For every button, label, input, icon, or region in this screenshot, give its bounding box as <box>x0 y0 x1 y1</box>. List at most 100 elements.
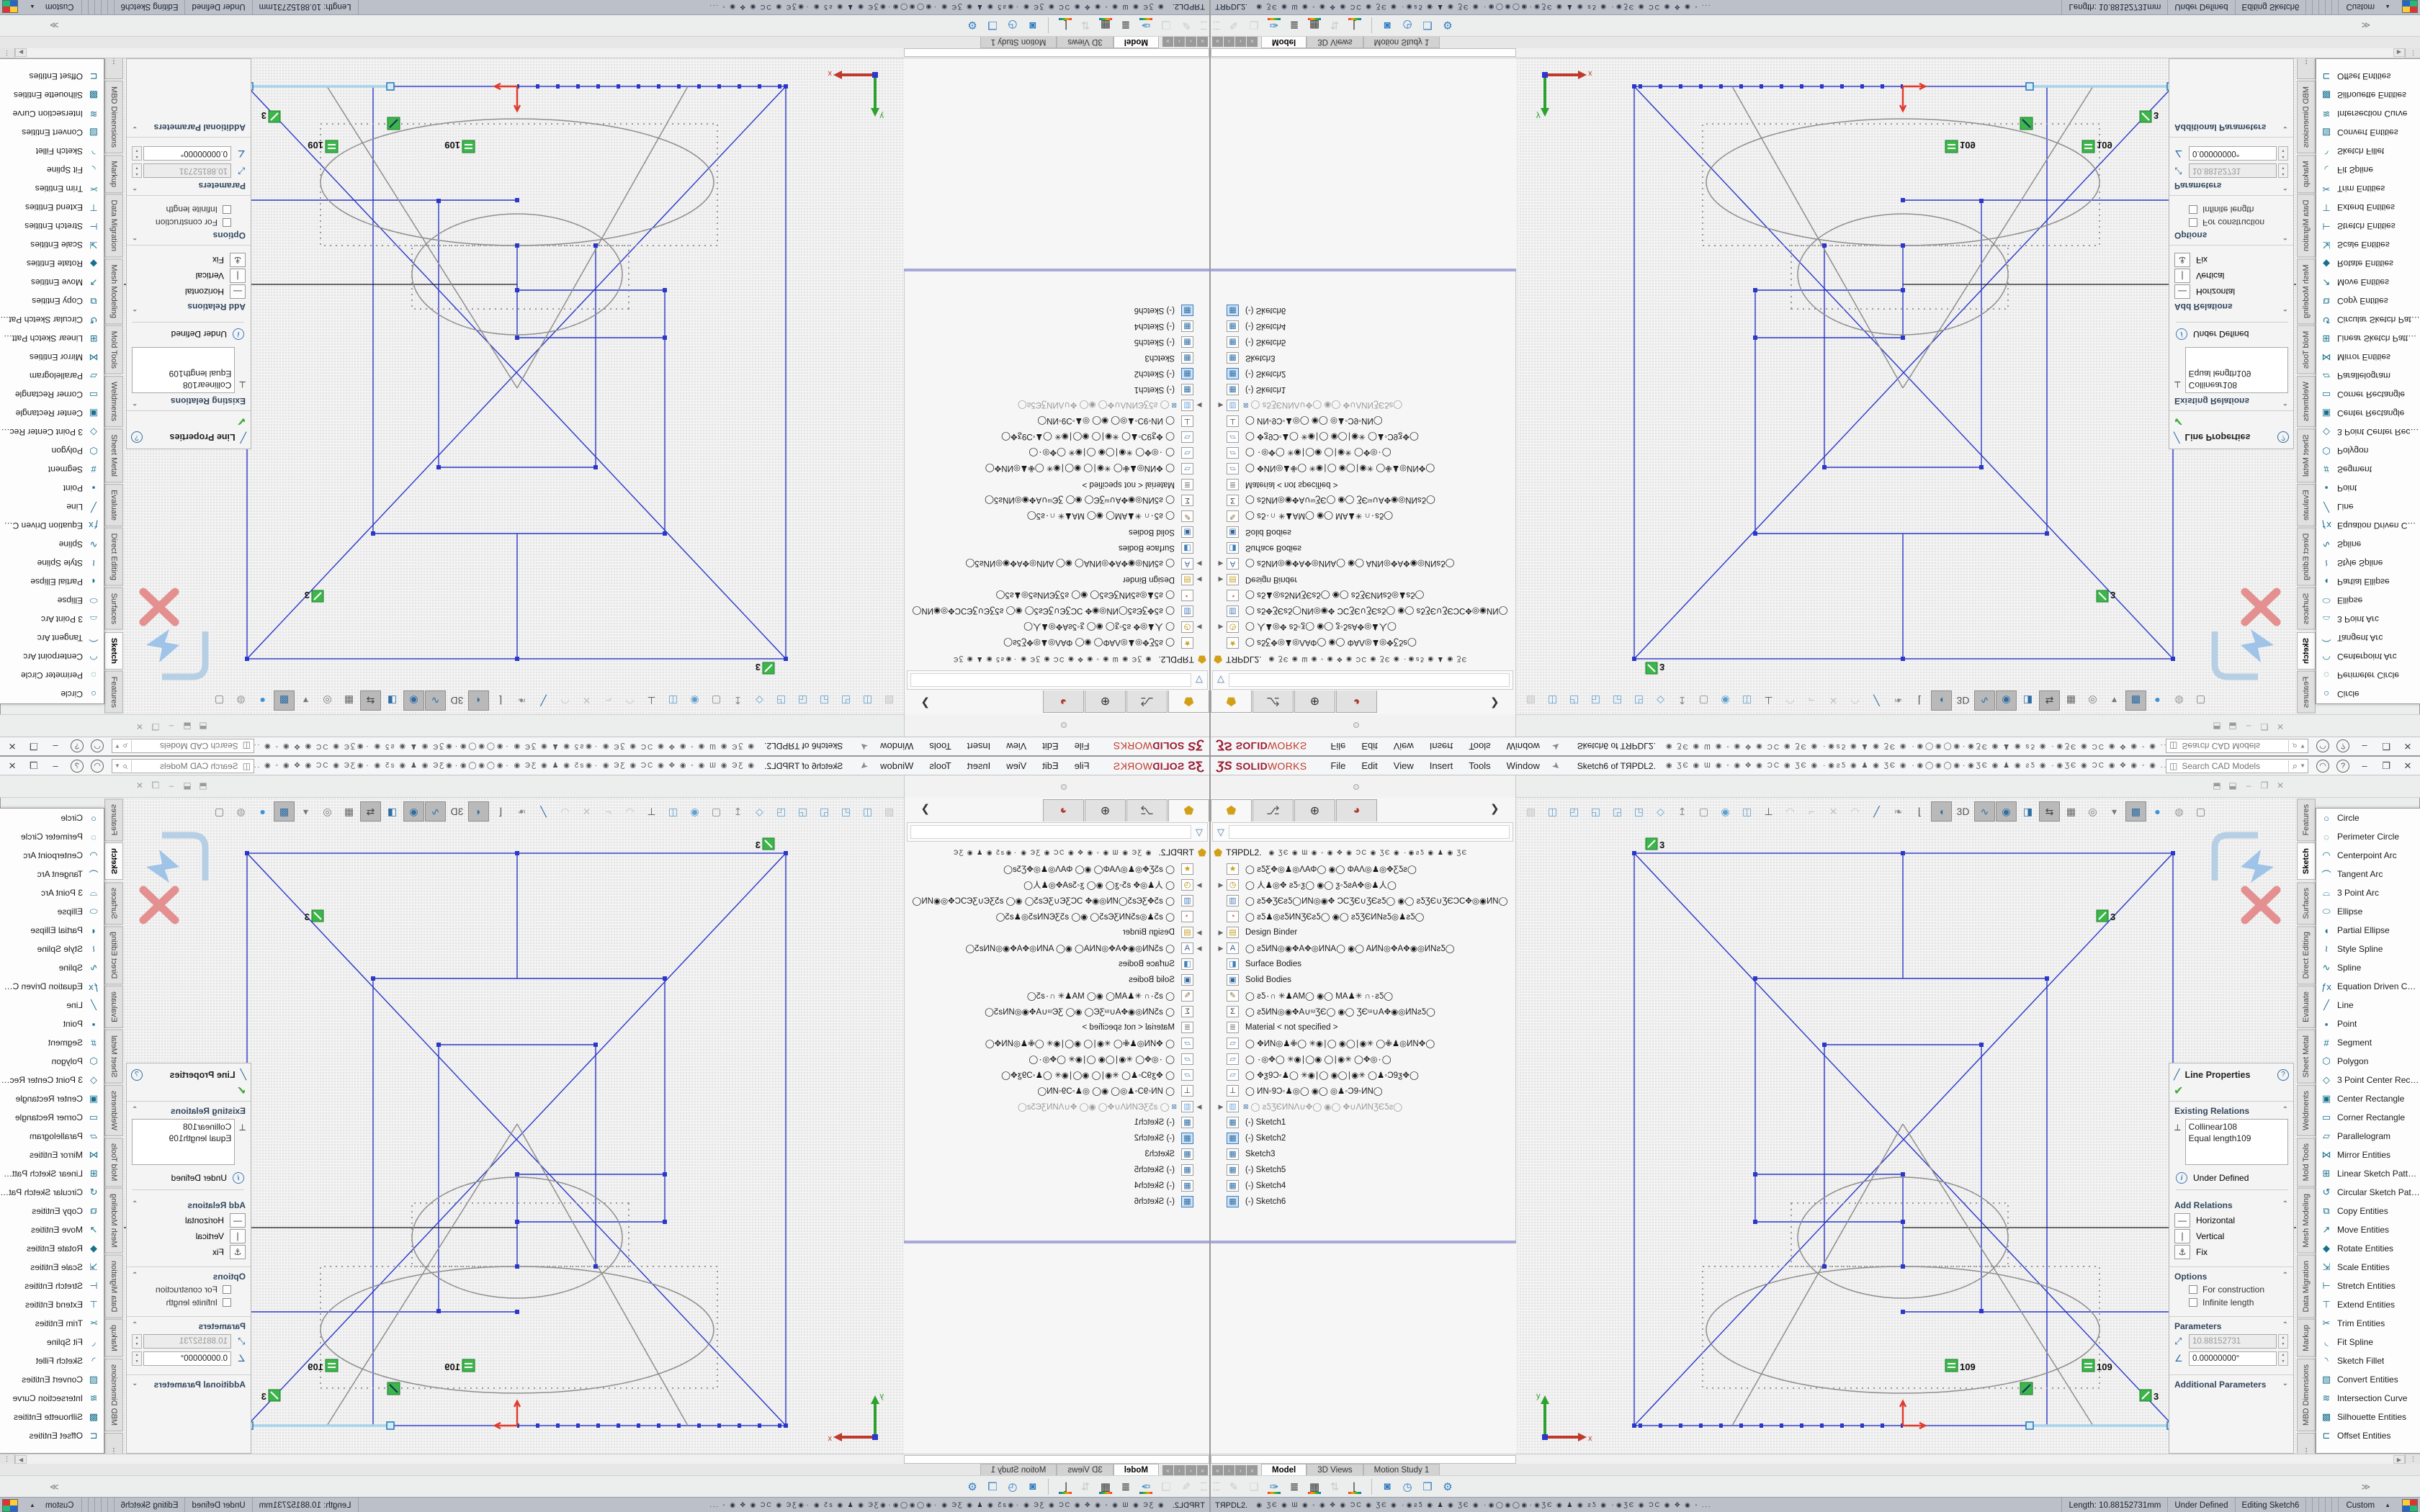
tree-item[interactable]: ◨ Surface Bodies <box>1211 540 1516 556</box>
status-cube-icon[interactable] <box>2 1499 18 1512</box>
view-toolbar-button[interactable]: ▾ <box>295 801 316 822</box>
checkbox[interactable] <box>223 205 231 214</box>
view-toolbar-button[interactable]: ▢ <box>2190 690 2211 711</box>
bottom-toolbar-button[interactable]: ◙ <box>1023 17 1042 35</box>
panel-tab[interactable]: ◕ <box>1336 799 1377 822</box>
tree-item[interactable]: ▦ (-) Sketch2 <box>1211 366 1516 382</box>
view-toolbar-button[interactable]: ◇ <box>749 801 770 822</box>
panel-tab[interactable]: ⎇ <box>1126 690 1168 713</box>
relation-list-item[interactable]: Equal length109 <box>135 1133 231 1144</box>
menu-item[interactable]: Edit <box>1353 739 1385 754</box>
menu-item[interactable]: File <box>1322 758 1353 773</box>
document-window-control-icon[interactable]: ⬒ <box>195 720 211 733</box>
commandmanager-tab[interactable]: Sheet Metal <box>104 1030 123 1084</box>
cancel-sketch-icon[interactable] <box>143 592 175 622</box>
view-toolbar-button[interactable]: ▧ <box>1520 801 1541 822</box>
menu-item[interactable]: File <box>1067 758 1098 773</box>
tree-item[interactable]: ▶ ▥ ⊠ ◯ ƨƼƷЄИΝΛ∪✥◯ ◉◯ ✥∪ΛИΝƷЄƼƨ◯ <box>1211 1099 1516 1115</box>
flyout-menu-item[interactable]: ⌒ Tangent Arc <box>2316 629 2420 647</box>
document-window-control-icon[interactable]: ⬒ <box>195 779 211 792</box>
graphics-hscrollbar[interactable]: ▶ ⋮ <box>0 1454 1209 1464</box>
tree-item[interactable]: ▦ (-) Sketch1 <box>1211 1115 1516 1130</box>
flyout-menu-item[interactable]: ✂ Trim Entities <box>2316 179 2420 198</box>
view-toolbar-button[interactable]: ◲ <box>792 801 813 822</box>
tree-item[interactable]: ▦ (-) Sketch2 <box>904 1130 1209 1146</box>
flyout-menu-item[interactable]: ▩ Silhouette Entities <box>2316 1408 2420 1426</box>
commandmanager-tab[interactable]: MBD Dimensions <box>2297 1359 2316 1431</box>
menu-item[interactable]: Insert <box>1422 758 1461 773</box>
flyout-menu-item[interactable]: ▧ Convert Entities <box>2316 1370 2420 1389</box>
flyout-menu-item[interactable]: ◇ 3 Point Center Recta... <box>0 1071 104 1089</box>
collapse-icon[interactable]: ⌃ <box>2282 181 2288 191</box>
panel-expand-arrow-icon[interactable]: ❯ <box>920 697 930 710</box>
user-account-icon[interactable]: ◠ <box>91 760 104 773</box>
flyout-menu-item[interactable]: ⊢ Stretch Entities <box>2316 217 2420 235</box>
tree-item[interactable]: ▶ ◷ ◯ 人♟◎✥ ƨƼ◦ƺ◯ ◉◯ ƺ◦ƼƨΑ✥◎♟人◯ <box>1211 619 1516 635</box>
bottom-toolbar-button[interactable]: ✑ <box>1265 17 1283 35</box>
flyout-menu-item[interactable]: ↗ Move Entities <box>0 1220 104 1239</box>
flyout-menu-item[interactable]: ∿ Spline <box>2316 535 2420 554</box>
tree-item[interactable]: ▦ (-) Sketch1 <box>904 1115 1209 1130</box>
expander-icon[interactable]: ▶ <box>1193 576 1205 584</box>
view-toolbar-button[interactable]: ◇ <box>1650 801 1671 822</box>
tree-item[interactable]: ▶ ◷ ◯ 人♟◎✥ ƨƼ◦ƺ◯ ◉◯ ƺ◦ƼƨΑ✥◎♟人◯ <box>904 877 1209 893</box>
confirmation-corner[interactable] <box>2215 592 2277 677</box>
relation-list-item[interactable]: Equal length109 <box>135 368 231 379</box>
tree-item[interactable]: ▱ ◯ ✥ИΝ◎♟✙◯ ✳◉∣◯ ◉◯∣◉✳ ◯✙♟◎ИΝ✥◯ <box>904 1035 1209 1051</box>
view-toolbar-button[interactable]: ◉ <box>684 801 705 822</box>
menu-item[interactable]: Window <box>872 758 921 773</box>
tree-item[interactable]: ▣ Solid Bodies <box>1211 524 1516 540</box>
tree-item[interactable]: ▥ ◯ ƨƼ✥ƷЄƨƼ◯ИΝ◎◉✥ ƆϹƷЄ∪ƷЄƨƼ◯ ◉◯ ƨƼƷЄ∪ƷЄƆ… <box>904 603 1209 619</box>
tree-item[interactable]: ▦ (-) Sketch6 <box>1211 1194 1516 1210</box>
parameter-input[interactable]: 10.88152731 <box>2189 163 2277 178</box>
panel-tab[interactable]: ⬟ <box>1168 690 1209 713</box>
view-toolbar-button[interactable]: ▦ <box>2061 690 2081 711</box>
commandmanager-tab[interactable]: Surfaces <box>2297 882 2316 924</box>
pin-icon[interactable]: ➤ <box>1549 759 1563 773</box>
tree-item[interactable]: ✎ ◯ ƨƼ٠∩ ✳♟ΑΜ◯ ◉◯ ΜΑ♟✳ ∩٠ƨƼ◯ <box>1211 508 1516 524</box>
tree-item[interactable]: ▱ ◯ ٠◎✥◯ ✳◉∣◯ ◉◯∣◉✳ ◯✥◎٠◯ <box>904 1051 1209 1067</box>
parameter-input[interactable]: 10.88152731 <box>143 163 231 178</box>
bottom-toolbar-button[interactable]: ⌊ <box>1056 1478 1075 1495</box>
flyout-menu-item[interactable]: ⬭ Ellipse <box>0 591 104 610</box>
flyout-menu-item[interactable]: ⬡ Polygon <box>0 441 104 460</box>
bottom-toolbar-button[interactable]: ❏ <box>1157 17 1175 35</box>
flyout-menu-item[interactable]: ƒx Equation Driven Curve <box>2316 516 2420 535</box>
flyout-menu-item[interactable]: ⧉ Copy Entities <box>0 292 104 310</box>
panel-tab[interactable]: ◕ <box>1336 690 1377 713</box>
flyout-menu-item[interactable]: ⬭ Ellipse <box>2316 902 2420 921</box>
add-relation-button[interactable]: ∣ Vertical <box>2174 1229 2288 1243</box>
flyout-menu-item[interactable]: ⌓ 3 Point Arc <box>2316 883 2420 902</box>
tree-item[interactable]: ▶ ◷ ◯ 人♟◎✥ ƨƼ◦ƺ◯ ◉◯ ƺ◦ƼƨΑ✥◎♟人◯ <box>1211 877 1516 893</box>
relation-list-item[interactable]: Collinear108 <box>2189 1121 2285 1133</box>
view-toolbar-button[interactable]: ◠ <box>555 690 575 711</box>
flyout-menu-item[interactable]: ⌓ 3 Point Arc <box>2316 610 2420 629</box>
view-toolbar-button[interactable]: ⇆ <box>2039 801 2060 822</box>
flyout-menu-item[interactable]: ▣ Center Rectangle <box>0 1089 104 1108</box>
confirmation-corner[interactable] <box>143 835 205 920</box>
flyout-menu-item[interactable]: ▪ Point <box>2316 1014 2420 1033</box>
commandmanager-tab[interactable]: Mesh Modeling <box>104 1188 123 1254</box>
relations-listbox[interactable]: Collinear108Equal length109 <box>132 347 235 393</box>
flyout-menu-item[interactable]: ↺ Circular Sketch Pattern <box>0 1183 104 1202</box>
tree-item[interactable]: ▦ (-) Sketch2 <box>904 366 1209 382</box>
flyout-menu-item[interactable]: ⊤ Extend Entities <box>2316 198 2420 217</box>
view-toolbar-button[interactable]: ◉ <box>403 801 424 822</box>
document-window-control-icon[interactable]: ✕ <box>132 779 148 792</box>
graphics-area[interactable]: ▧ ◫ ◰ ◱ <box>1516 58 2297 714</box>
flyout-menu-item[interactable]: ◌ Perimeter Circle <box>0 666 104 685</box>
flyout-menu-item[interactable]: ◌ Perimeter Circle <box>2316 666 2420 685</box>
commandmanager-tab[interactable]: Evaluate <box>2297 484 2316 526</box>
help-icon[interactable]: ? <box>71 740 84 753</box>
view-toolbar-button[interactable]: ◳ <box>771 690 792 711</box>
panel-tab[interactable]: ⊕ <box>1294 690 1335 713</box>
filter-funnel-icon[interactable]: ▽ <box>1196 675 1203 686</box>
checkbox[interactable] <box>223 218 231 227</box>
commandmanager-tab[interactable]: Mold Tools <box>2297 325 2316 374</box>
graphics-hscrollbar[interactable]: ▶ ⋮ <box>0 48 1209 58</box>
flyout-menu-item[interactable]: ⇲ Scale Entities <box>2316 1258 2420 1277</box>
tab-nav-icon[interactable]: ‹ <box>1186 1465 1196 1475</box>
flyout-menu-item[interactable]: ▪ Point <box>0 479 104 498</box>
commandmanager-tab[interactable]: Sketch <box>104 842 123 880</box>
flyout-menu-item[interactable]: ⇲ Scale Entities <box>0 1258 104 1277</box>
